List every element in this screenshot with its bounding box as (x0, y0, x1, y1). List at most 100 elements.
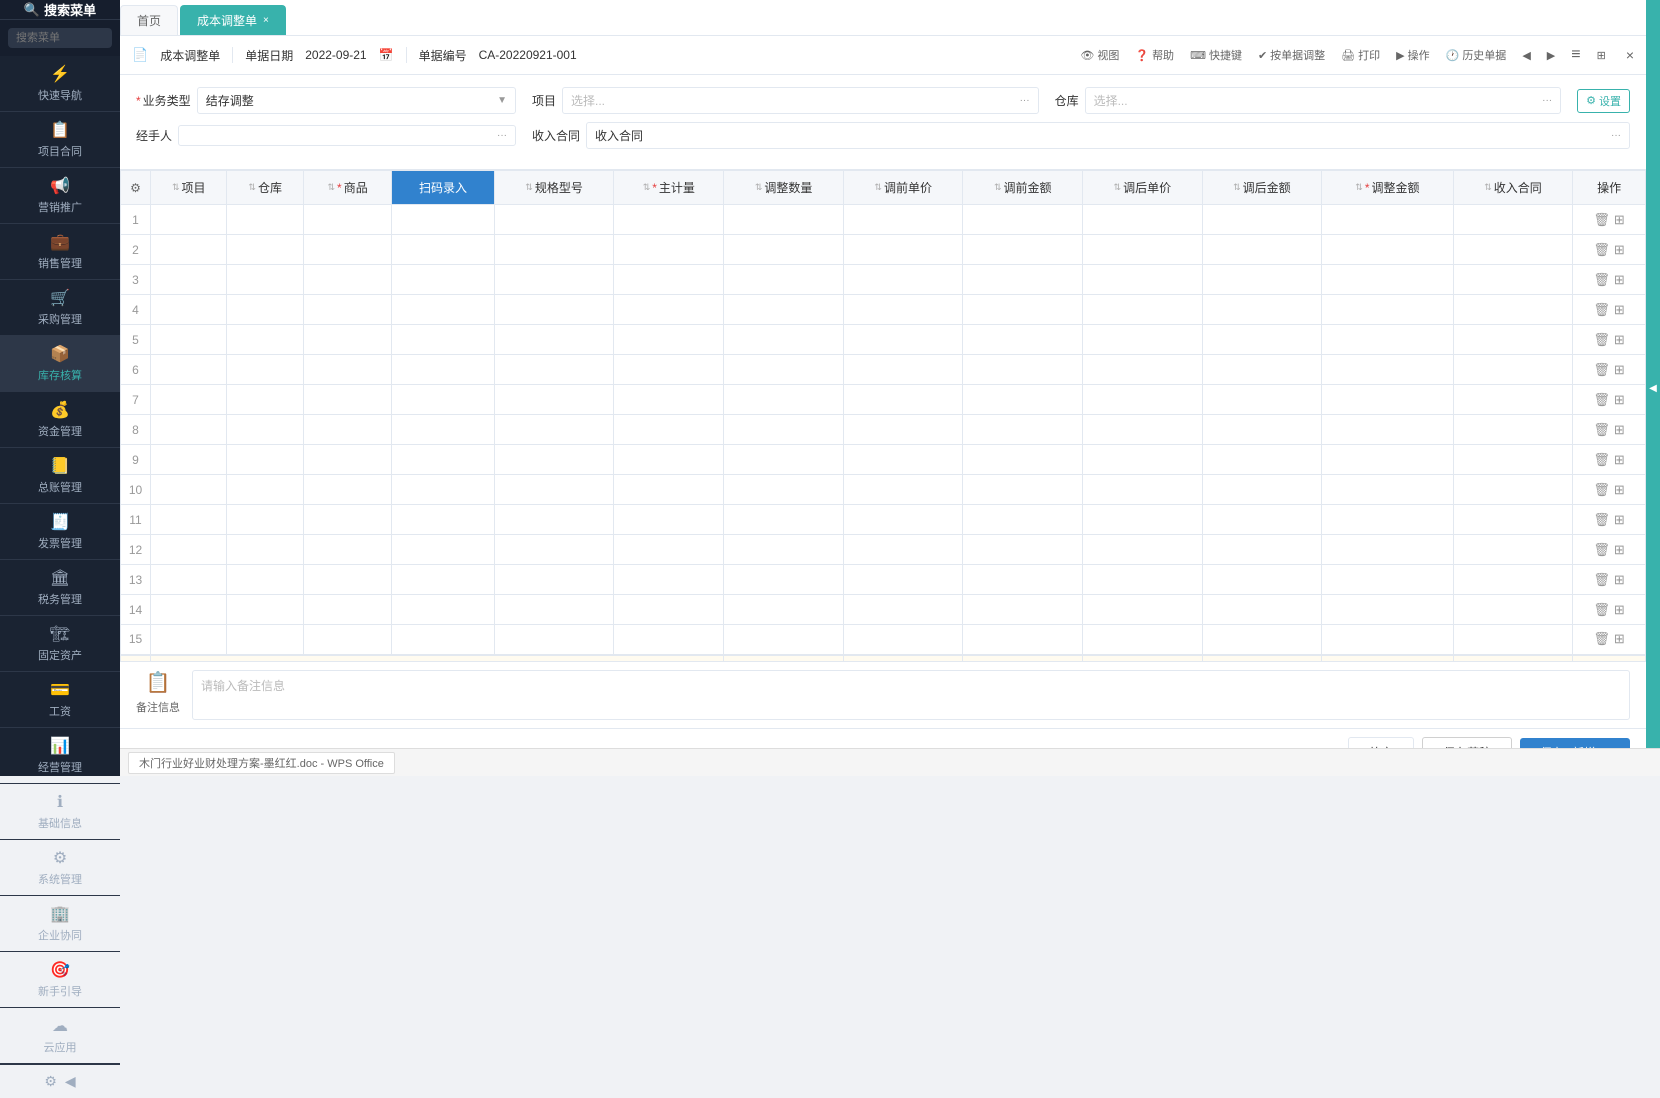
cell-income-contract[interactable] (1453, 325, 1573, 355)
sort-before-price-icon[interactable]: ⇅ (874, 182, 882, 193)
cell-adj-amount[interactable] (1322, 475, 1454, 505)
cell-warehouse[interactable] (227, 355, 303, 385)
cell-spec[interactable] (494, 265, 614, 295)
cell-after-price[interactable] (1083, 505, 1203, 535)
cell-after-price[interactable] (1083, 295, 1203, 325)
cell-spec[interactable] (494, 325, 614, 355)
cell-scan[interactable] (392, 415, 494, 445)
ops-button[interactable]: ▶ 操作 (1392, 45, 1433, 65)
cell-after-price[interactable] (1083, 535, 1203, 565)
cell-product[interactable] (303, 265, 391, 295)
sidebar-item-sales-mgmt[interactable]: 💼 销售管理 (0, 224, 120, 280)
cell-scan[interactable] (392, 505, 494, 535)
cell-before-amount[interactable] (963, 235, 1083, 265)
cell-adj-amount[interactable] (1322, 325, 1454, 355)
cell-income-contract[interactable] (1453, 625, 1573, 655)
close-doc-button[interactable]: × (1626, 47, 1634, 63)
cell-before-price[interactable] (843, 295, 963, 325)
cell-project[interactable] (151, 445, 227, 475)
cell-adj-qty[interactable] (724, 295, 844, 325)
cell-adj-amount[interactable] (1322, 295, 1454, 325)
cell-before-price[interactable] (843, 565, 963, 595)
cell-warehouse[interactable] (227, 325, 303, 355)
cell-before-amount[interactable] (963, 475, 1083, 505)
row-copy-icon[interactable]: ⊞ (1614, 422, 1625, 438)
cell-after-price[interactable] (1083, 385, 1203, 415)
cell-adj-qty[interactable] (724, 385, 844, 415)
cell-spec[interactable] (494, 385, 614, 415)
cell-adj-amount[interactable] (1322, 415, 1454, 445)
cell-unit[interactable] (614, 265, 724, 295)
cell-scan[interactable] (392, 565, 494, 595)
cell-after-amount[interactable] (1202, 505, 1322, 535)
cell-product[interactable] (303, 625, 391, 655)
cell-adj-qty[interactable] (724, 475, 844, 505)
nav-prev-button[interactable]: ◀ (1518, 47, 1534, 64)
row-copy-icon[interactable]: ⊞ (1614, 482, 1625, 498)
sort-warehouse-icon[interactable]: ⇅ (248, 182, 256, 193)
cell-after-amount[interactable] (1202, 325, 1322, 355)
cell-before-price[interactable] (843, 385, 963, 415)
cell-scan[interactable] (392, 325, 494, 355)
cell-income-contract[interactable] (1453, 295, 1573, 325)
cell-project[interactable] (151, 475, 227, 505)
cell-project[interactable] (151, 265, 227, 295)
tab-cost-adjust[interactable]: 成本调整单 × (180, 5, 286, 35)
cell-unit[interactable] (614, 535, 724, 565)
cell-income-contract[interactable] (1453, 445, 1573, 475)
cell-before-amount[interactable] (963, 295, 1083, 325)
cell-warehouse[interactable] (227, 445, 303, 475)
project-input[interactable]: 选择... ··· (562, 87, 1039, 114)
cell-spec[interactable] (494, 355, 614, 385)
cell-adj-qty[interactable] (724, 595, 844, 625)
cell-after-price[interactable] (1083, 475, 1203, 505)
cell-unit[interactable] (614, 205, 724, 235)
cell-product[interactable] (303, 385, 391, 415)
row-delete-icon[interactable]: 🗑 (1593, 392, 1610, 408)
cell-adj-qty[interactable] (724, 565, 844, 595)
business-type-input[interactable]: 结存调整 ▼ (197, 87, 516, 114)
cell-before-price[interactable] (843, 445, 963, 475)
notes-input[interactable]: 请输入备注信息 (192, 670, 1630, 720)
cell-after-price[interactable] (1083, 445, 1203, 475)
settings-icon[interactable]: ⚙ (44, 1073, 57, 1090)
sidebar-item-fund-mgmt[interactable]: 💰 资金管理 (0, 392, 120, 448)
cell-income-contract[interactable] (1453, 205, 1573, 235)
collapse-icon[interactable]: ◀ (65, 1073, 76, 1090)
cell-scan[interactable] (392, 235, 494, 265)
cell-product[interactable] (303, 535, 391, 565)
cell-product[interactable] (303, 355, 391, 385)
row-copy-icon[interactable]: ⊞ (1614, 302, 1625, 318)
row-delete-icon[interactable]: 🗑 (1593, 242, 1610, 258)
cell-before-amount[interactable] (963, 385, 1083, 415)
cell-income-contract[interactable] (1453, 475, 1573, 505)
row-delete-icon[interactable]: 🗑 (1593, 362, 1610, 378)
cell-product[interactable] (303, 595, 391, 625)
cell-income-contract[interactable] (1453, 565, 1573, 595)
row-copy-icon[interactable]: ⊞ (1614, 392, 1625, 408)
cell-adj-amount[interactable] (1322, 445, 1454, 475)
cell-spec[interactable] (494, 415, 614, 445)
cell-project[interactable] (151, 625, 227, 655)
sort-after-amount-icon[interactable]: ⇅ (1233, 182, 1241, 193)
cell-after-amount[interactable] (1202, 445, 1322, 475)
row-delete-icon[interactable]: 🗑 (1593, 332, 1610, 348)
cell-after-amount[interactable] (1202, 385, 1322, 415)
cell-income-contract[interactable] (1453, 505, 1573, 535)
row-copy-icon[interactable]: ⊞ (1614, 242, 1625, 258)
row-copy-icon[interactable]: ⊞ (1614, 602, 1625, 618)
row-copy-icon[interactable]: ⊞ (1614, 362, 1625, 378)
row-delete-icon[interactable]: 🗑 (1593, 572, 1610, 588)
cell-adj-qty[interactable] (724, 235, 844, 265)
row-copy-icon[interactable]: ⊞ (1614, 572, 1625, 588)
cell-after-amount[interactable] (1202, 535, 1322, 565)
cell-income-contract[interactable] (1453, 415, 1573, 445)
cell-warehouse[interactable] (227, 415, 303, 445)
cell-warehouse[interactable] (227, 625, 303, 655)
cell-unit[interactable] (614, 505, 724, 535)
sidebar-item-cloud-apps[interactable]: ☁ 云应用 (0, 1008, 120, 1064)
cell-product[interactable] (303, 325, 391, 355)
cell-scan[interactable] (392, 625, 494, 655)
cell-unit[interactable] (614, 295, 724, 325)
row-delete-icon[interactable]: 🗑 (1593, 542, 1610, 558)
